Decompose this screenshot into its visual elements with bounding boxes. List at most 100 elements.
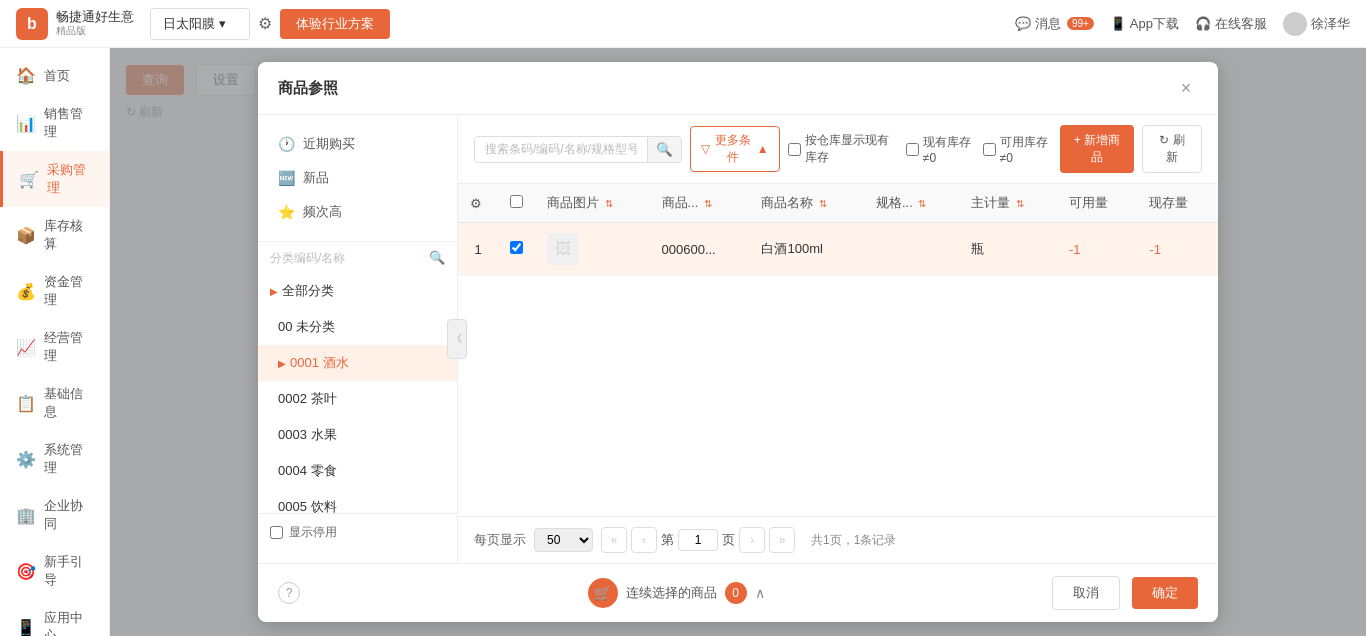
quick-item-new[interactable]: 🆕 新品 <box>270 161 445 195</box>
col-settings[interactable]: ⚙ <box>458 184 498 223</box>
col-code[interactable]: 商品... ⇅ <box>650 184 750 223</box>
per-page-select[interactable]: 50 10 20 100 <box>534 528 593 552</box>
toolbar: 🔍 ▽ 更多条件 ▲ 按仓库显示现有库存 <box>458 115 1218 184</box>
sort-spec-icon: ⇅ <box>918 198 926 209</box>
app-download-btn[interactable]: 📱 App下载 <box>1110 15 1179 33</box>
sort-unit-icon: ⇅ <box>1016 198 1024 209</box>
page-nav: « ‹ 第 页 › » <box>601 527 795 553</box>
row-stock-0: -1 <box>1137 223 1218 276</box>
category-search-input[interactable] <box>270 251 425 265</box>
checkbox-warehouse[interactable] <box>788 143 801 156</box>
modal-overlay: 商品参照 × 🕐 近期购买 🆕 <box>110 48 1366 636</box>
category-item-cat0001[interactable]: ▶ 0001 酒水 <box>258 345 457 381</box>
sidebar-item-apps[interactable]: 📱应用中心 <box>0 599 109 636</box>
headset-icon: 🎧 <box>1195 16 1211 31</box>
sidebar-item-finance[interactable]: 💰资金管理 <box>0 263 109 319</box>
cart-icon: 🛒 <box>588 578 618 608</box>
category-label-cat0003: 0003 水果 <box>278 426 337 444</box>
operations-icon: 📈 <box>16 338 36 357</box>
checkbox-available[interactable] <box>983 143 996 156</box>
col-image[interactable]: 商品图片 ⇅ <box>535 184 650 223</box>
confirm-btn[interactable]: 确定 <box>1132 577 1198 609</box>
show-disabled-label[interactable]: 显示停用 <box>289 524 337 541</box>
help-icon[interactable]: ? <box>278 582 300 604</box>
table-row[interactable]: 1 🖼 000600... 白酒100ml 瓶 -1 -1 <box>458 223 1218 276</box>
sales-icon: 📊 <box>16 114 36 133</box>
first-page-btn[interactable]: « <box>601 527 627 553</box>
category-label-cat0002: 0002 茶叶 <box>278 390 337 408</box>
chevron-down-icon: ▾ <box>219 16 226 31</box>
sidebar-label-finance: 资金管理 <box>44 273 93 309</box>
sort-name-icon: ⇅ <box>819 198 827 209</box>
toolbar-right: + 新增商品 ↻ 刷新 <box>1060 125 1202 173</box>
col-spec[interactable]: 规格... ⇅ <box>864 184 959 223</box>
enterprise-icon: 🏢 <box>16 506 36 525</box>
page-input[interactable] <box>678 529 718 551</box>
category-item-cat0004[interactable]: 0004 零食 <box>258 453 457 489</box>
sidebar-item-home[interactable]: 🏠首页 <box>0 56 109 95</box>
online-service-btn[interactable]: 🎧 在线客服 <box>1195 15 1267 33</box>
category-item-cat00[interactable]: 00 未分类 <box>258 309 457 345</box>
show-disabled-checkbox[interactable] <box>270 526 283 539</box>
row-spec-0 <box>864 223 959 276</box>
checkbox-stock-group: 现有库存≠0 <box>906 134 975 165</box>
sidebar-item-inventory[interactable]: 📦库存核算 <box>0 207 109 263</box>
sidebar-item-purchase[interactable]: 🛒采购管理 <box>0 151 109 207</box>
sidebar-item-guide[interactable]: 🎯新手引导 <box>0 543 109 599</box>
logo-icon: b <box>16 8 48 40</box>
add-product-btn[interactable]: + 新增商品 <box>1060 125 1135 173</box>
col-name[interactable]: 商品名称 ⇅ <box>749 184 864 223</box>
footer-collapse-btn[interactable]: ∧ <box>755 585 765 601</box>
category-label-cat0005: 0005 饮料 <box>278 498 337 513</box>
main-layout: 🏠首页📊销售管理🛒采购管理📦库存核算💰资金管理📈经营管理📋基础信息⚙️系统管理🏢… <box>0 48 1366 636</box>
user-btn[interactable]: 徐泽华 <box>1283 12 1350 36</box>
category-search-icon[interactable]: 🔍 <box>429 250 445 265</box>
modal-close-btn[interactable]: × <box>1174 76 1198 100</box>
sidebar-label-system: 系统管理 <box>44 441 93 477</box>
quick-item-recent[interactable]: 🕐 近期购买 <box>270 127 445 161</box>
gear-icon[interactable]: ⚙ <box>258 14 272 33</box>
sidebar-label-purchase: 采购管理 <box>47 161 93 197</box>
filter-more-btn[interactable]: ▽ 更多条件 ▲ <box>690 126 780 172</box>
category-item-cat0002[interactable]: 0002 茶叶 <box>258 381 457 417</box>
products-table: ⚙ 商品图片 ⇅ <box>458 184 1218 276</box>
col-unit[interactable]: 主计量 ⇅ <box>959 184 1057 223</box>
prev-page-btn[interactable]: ‹ <box>631 527 657 553</box>
nav-right: 💬 消息 99+ 📱 App下载 🎧 在线客服 徐泽华 <box>1015 12 1350 36</box>
refresh-btn[interactable]: ↻ 刷新 <box>1142 125 1202 173</box>
category-label-cat0004: 0004 零食 <box>278 462 337 480</box>
sidebar-item-enterprise[interactable]: 🏢 企业协同 <box>0 487 109 543</box>
filter-icon: ▽ <box>701 142 710 156</box>
row-checkbox-0[interactable] <box>510 241 523 254</box>
top-nav: b 畅捷通好生意 精品版 日太阳膜 ▾ ⚙ 体验行业方案 💬 消息 99+ 📱 … <box>0 0 1366 48</box>
sidebar-item-operations[interactable]: 📈经营管理 <box>0 319 109 375</box>
messages-btn[interactable]: 💬 消息 99+ <box>1015 15 1094 33</box>
sidebar-item-basic[interactable]: 📋基础信息 <box>0 375 109 431</box>
quick-access: 🕐 近期购买 🆕 新品 ⭐ 频次高 <box>258 127 457 229</box>
sidebar-label-basic: 基础信息 <box>44 385 93 421</box>
search-input[interactable] <box>475 137 647 161</box>
cancel-btn[interactable]: 取消 <box>1052 576 1120 610</box>
nav-dropdown[interactable]: 日太阳膜 ▾ <box>150 8 250 40</box>
checkbox-stock[interactable] <box>906 143 919 156</box>
inventory-icon: 📦 <box>16 226 36 245</box>
modal-title: 商品参照 <box>278 79 338 98</box>
category-item-all[interactable]: ▶ 全部分类 <box>258 273 457 309</box>
search-btn[interactable]: 🔍 <box>647 137 681 162</box>
category-item-cat0003[interactable]: 0003 水果 <box>258 417 457 453</box>
new-icon: 🆕 <box>278 170 295 186</box>
col-available: 可用量 <box>1057 184 1137 223</box>
category-item-cat0005[interactable]: 0005 饮料 <box>258 489 457 513</box>
trial-btn[interactable]: 体验行业方案 <box>280 9 390 39</box>
quick-item-frequent[interactable]: ⭐ 频次高 <box>270 195 445 229</box>
col-checkbox <box>498 184 535 223</box>
next-page-btn[interactable]: › <box>739 527 765 553</box>
table-container: ⚙ 商品图片 ⇅ <box>458 184 1218 516</box>
last-page-btn[interactable]: » <box>769 527 795 553</box>
count-badge: 0 <box>725 582 747 604</box>
right-panel: 🔍 ▽ 更多条件 ▲ 按仓库显示现有库存 <box>458 115 1218 563</box>
select-all-checkbox[interactable] <box>510 195 523 208</box>
sidebar-item-system[interactable]: ⚙️系统管理 <box>0 431 109 487</box>
sidebar-label-enterprise: 企业协同 <box>44 497 93 533</box>
sidebar-item-sales[interactable]: 📊销售管理 <box>0 95 109 151</box>
